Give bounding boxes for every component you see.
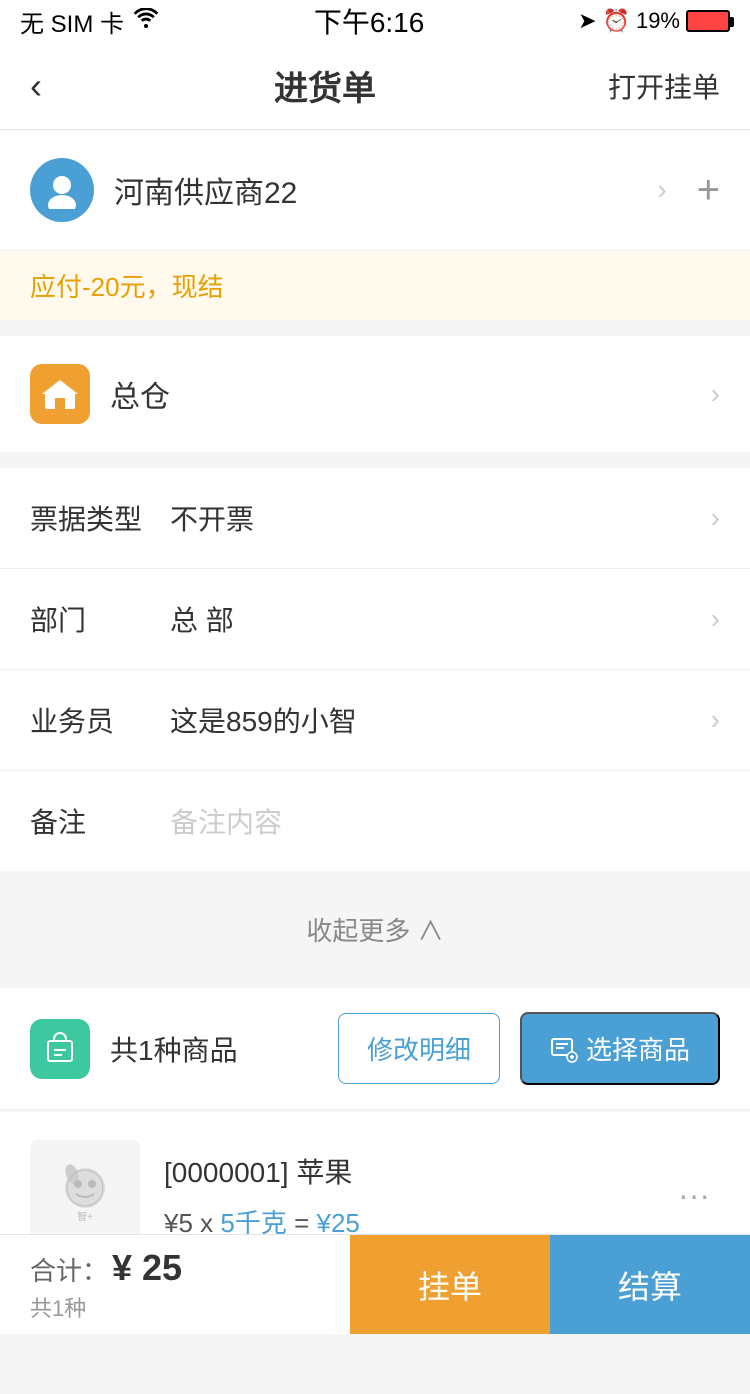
department-row[interactable]: 部门 总 部 › xyxy=(0,568,750,669)
network-label: 无 SIM 卡 xyxy=(20,4,124,39)
invoice-type-row[interactable]: 票据类型 不开票 › xyxy=(0,468,750,568)
back-button[interactable]: ‹ xyxy=(30,65,42,107)
remark-row[interactable]: 备注 备注内容 xyxy=(0,770,750,871)
collapse-button[interactable]: 收起更多 ∧ xyxy=(0,887,750,972)
invoice-type-chevron: › xyxy=(711,502,720,534)
product-info: [0000001] 苹果 ¥5 x 5千克 = ¥25 xyxy=(164,1151,668,1240)
wifi-icon xyxy=(132,7,160,35)
divider xyxy=(0,972,750,988)
status-left: 无 SIM 卡 xyxy=(20,4,160,39)
select-product-label: 选择商品 xyxy=(586,1030,690,1067)
product-id: [0000001] xyxy=(164,1157,296,1188)
remark-label: 备注 xyxy=(30,801,150,841)
supplier-notice: 应付-20元，现结 xyxy=(0,251,750,320)
total-count: 共1种 xyxy=(30,1291,320,1323)
battery-percent: 19% xyxy=(636,8,680,34)
department-value: 总 部 xyxy=(170,599,711,639)
svg-text:智+: 智+ xyxy=(77,1210,93,1223)
alarm-icon: ⏰ xyxy=(603,8,630,34)
salesperson-value: 这是859的小智 xyxy=(170,700,711,740)
open-suspend-button[interactable]: 打开挂单 xyxy=(608,66,720,106)
total-label: 合计： xyxy=(30,1251,108,1288)
select-product-button[interactable]: 选择商品 xyxy=(520,1012,720,1085)
status-bar: 无 SIM 卡 下午6:16 ➤ ⏰ 19% xyxy=(0,0,750,42)
total-area: 合计： ¥ 25 共1种 xyxy=(0,1235,350,1334)
total-row: 合计： ¥ 25 xyxy=(30,1247,320,1289)
main-content: 河南供应商22 › + 应付-20元，现结 总仓 › 票据类型 不开票 › 部门… xyxy=(0,130,750,1394)
invoice-type-label: 票据类型 xyxy=(30,498,150,538)
checkout-button[interactable]: 结算 xyxy=(550,1235,750,1334)
status-time: 下午6:16 xyxy=(314,1,425,41)
warehouse-row[interactable]: 总仓 › xyxy=(0,336,750,452)
department-label: 部门 xyxy=(30,599,150,639)
invoice-type-value: 不开票 xyxy=(170,498,711,538)
salesperson-label: 业务员 xyxy=(30,700,150,740)
suspend-button[interactable]: 挂单 xyxy=(350,1235,550,1334)
supplier-name: 河南供应商22 xyxy=(114,168,657,212)
product-title: 苹果 xyxy=(296,1157,352,1188)
warehouse-icon xyxy=(30,364,90,424)
product-count-icon xyxy=(30,1019,90,1079)
salesperson-row[interactable]: 业务员 这是859的小智 › xyxy=(0,669,750,770)
salesperson-chevron: › xyxy=(711,704,720,736)
product-total: ¥25 xyxy=(316,1208,359,1238)
remark-input[interactable]: 备注内容 xyxy=(170,801,720,841)
supplier-avatar xyxy=(30,158,94,222)
product-unit-price: ¥5 x xyxy=(164,1208,220,1238)
warehouse-chevron-icon: › xyxy=(711,378,720,410)
location-icon: ➤ xyxy=(578,8,596,34)
department-chevron: › xyxy=(711,603,720,635)
product-equals: = xyxy=(287,1208,317,1238)
warehouse-name: 总仓 xyxy=(110,372,711,416)
nav-bar: ‹ 进货单 打开挂单 xyxy=(0,42,750,130)
battery-icon xyxy=(686,10,730,32)
bottom-bar: 合计： ¥ 25 共1种 挂单 结算 xyxy=(0,1234,750,1334)
product-count-text: 共1种商品 xyxy=(110,1029,338,1069)
product-name: [0000001] 苹果 xyxy=(164,1151,668,1191)
modify-detail-button[interactable]: 修改明细 xyxy=(338,1013,500,1084)
page-title: 进货单 xyxy=(274,61,376,110)
product-quantity: 5千克 xyxy=(220,1208,286,1238)
form-section: 票据类型 不开票 › 部门 总 部 › 业务员 这是859的小智 › 备注 备注… xyxy=(0,468,750,871)
supplier-chevron-icon: › xyxy=(657,174,666,206)
supplier-section: 河南供应商22 › + 应付-20元，现结 xyxy=(0,130,750,320)
add-supplier-button[interactable]: + xyxy=(697,170,720,210)
supplier-row[interactable]: 河南供应商22 › + xyxy=(0,130,750,251)
total-amount: ¥ 25 xyxy=(112,1247,182,1289)
product-header: 共1种商品 修改明细 选择商品 xyxy=(0,988,750,1110)
status-right: ➤ ⏰ 19% xyxy=(578,8,730,34)
product-more-button[interactable]: ··· xyxy=(668,1177,720,1214)
